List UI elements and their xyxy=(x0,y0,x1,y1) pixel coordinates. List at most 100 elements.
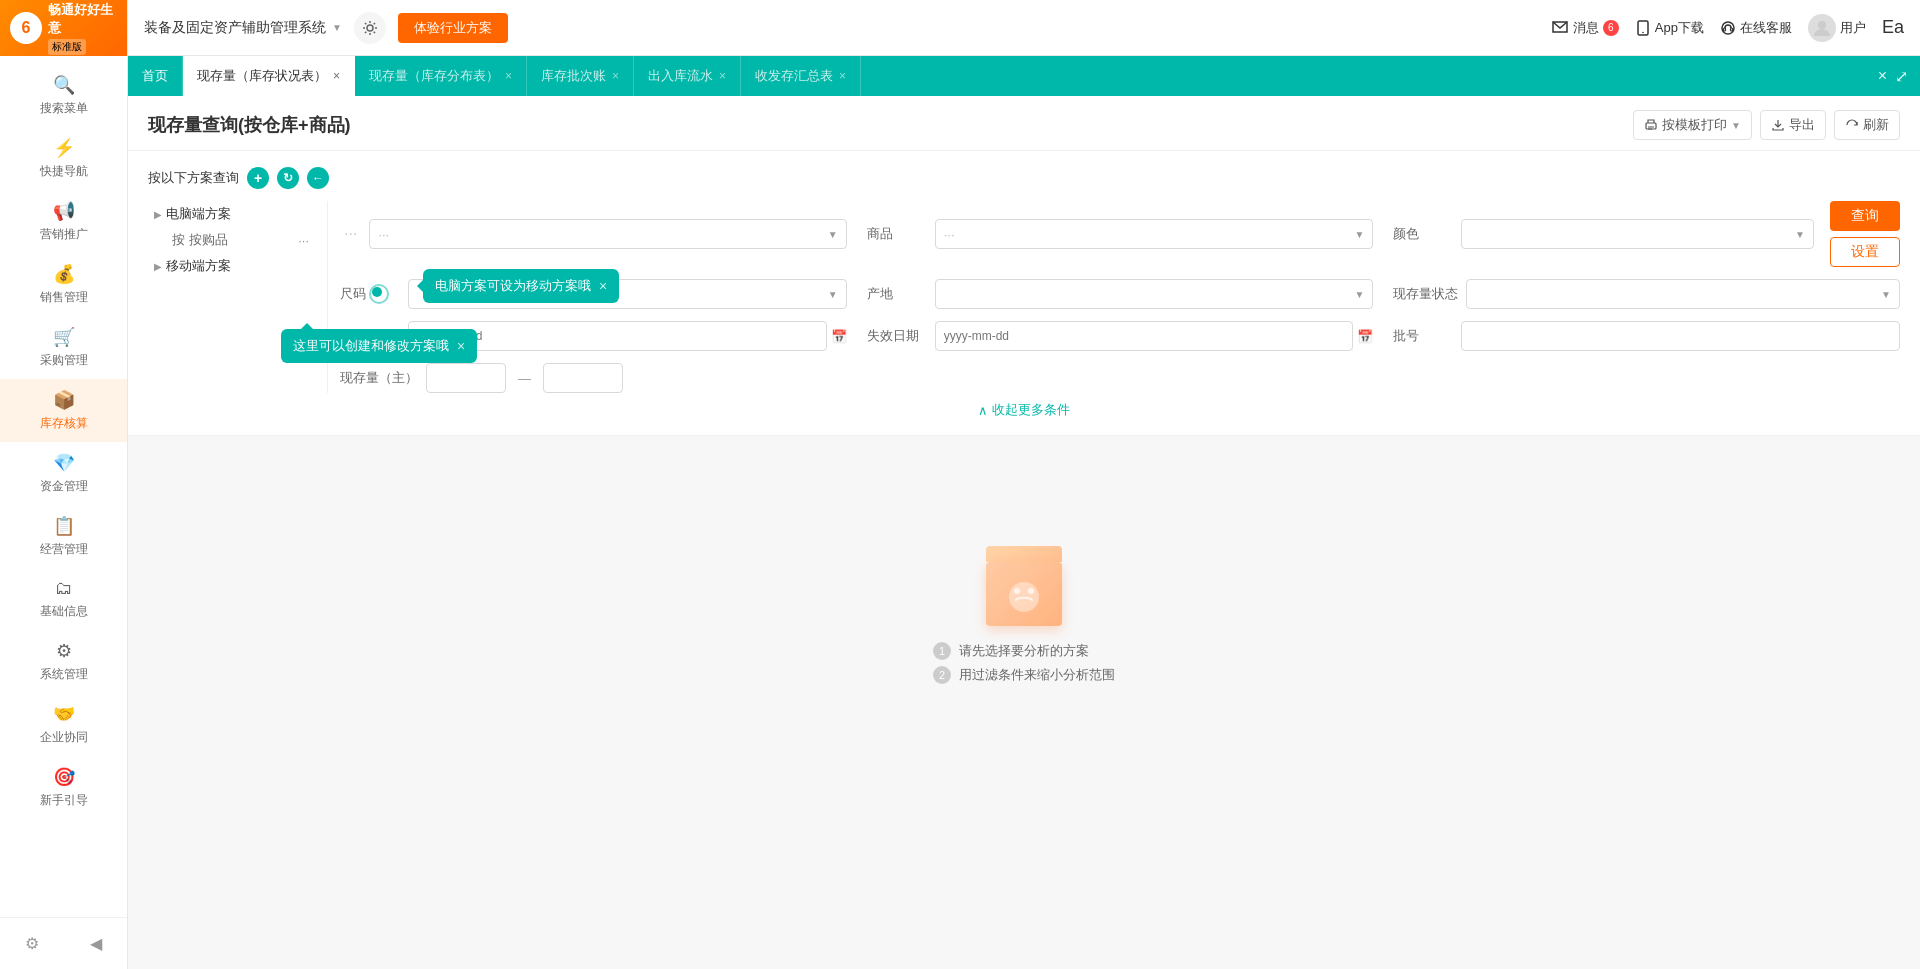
sidebar-label-inventory: 库存核算 xyxy=(40,415,88,432)
settings-btn[interactable] xyxy=(354,12,386,44)
tab-inventory-status[interactable]: 现存量（库存状况表） × xyxy=(183,56,355,96)
tab-inout-flow[interactable]: 出入库流水 × xyxy=(634,56,741,96)
step-1-text: 请先选择要分析的方案 xyxy=(959,642,1089,660)
empty-step-2: 2 用过滤条件来缩小分析范围 xyxy=(933,666,1115,684)
tab-close-inventory-dist[interactable]: × xyxy=(505,69,512,83)
settings-bottom-btn[interactable]: ⚙ xyxy=(17,930,47,957)
print-btn[interactable]: 按模板打印 ▼ xyxy=(1633,110,1752,140)
goods-field: 商品 ··· ▼ xyxy=(867,201,1374,267)
goods-arrow: ▼ xyxy=(1354,229,1364,240)
scheme-tree-desktop[interactable]: ▶ 电脑端方案 xyxy=(148,201,315,227)
system-icon: ⚙ xyxy=(56,640,72,662)
svg-rect-7 xyxy=(1646,123,1656,129)
app-download-action[interactable]: App下载 xyxy=(1635,19,1704,37)
stock-main-max-input[interactable] xyxy=(543,363,623,393)
query-btn[interactable]: 查询 xyxy=(1830,201,1900,231)
color-field: 颜色 ▼ 查询 设置 xyxy=(1393,201,1900,267)
produce-date-calendar-icon[interactable]: 📅 xyxy=(831,329,847,344)
stock-main-label: 现存量（主） xyxy=(340,369,418,387)
reset-btn[interactable]: 设置 xyxy=(1830,237,1900,267)
inventory-icon: 📦 xyxy=(53,389,75,411)
step-1-num: 1 xyxy=(933,642,951,660)
refresh-btn[interactable]: 刷新 xyxy=(1834,110,1900,140)
empty-box xyxy=(986,562,1062,626)
system-dropdown-arrow: ▼ xyxy=(332,22,342,33)
tab-fullscreen-btn[interactable]: ⤢ xyxy=(1895,67,1908,86)
sidebar-label-guide: 新手引导 xyxy=(40,792,88,809)
message-action[interactable]: 消息 6 xyxy=(1551,19,1619,37)
origin-select[interactable]: ▼ xyxy=(935,279,1374,309)
sidebar-item-sales[interactable]: 💰 销售管理 xyxy=(0,253,127,316)
sidebar-label-cooperation: 企业协同 xyxy=(40,729,88,746)
sidebar-item-search-menu[interactable]: 🔍 搜索菜单 xyxy=(0,64,127,127)
svg-point-9 xyxy=(1028,588,1034,594)
warehouse-select[interactable]: ··· ▼ xyxy=(369,219,846,249)
guide-icon: 🎯 xyxy=(53,766,75,788)
sidebar-item-operation[interactable]: 📋 经营管理 xyxy=(0,505,127,568)
expire-date-label: 失效日期 xyxy=(867,327,927,345)
batch-no-input[interactable] xyxy=(1461,321,1900,351)
svg-point-0 xyxy=(367,25,373,31)
filter-area: 按以下方案查询 + ↻ ← ▶ 电脑端方案 按 按购品 ··· xyxy=(128,151,1920,436)
quick-nav-icon: ⚡ xyxy=(53,137,75,159)
system-name: 装备及固定资产辅助管理系统 ▼ xyxy=(144,19,342,37)
tab-inventory-dist[interactable]: 现存量（库存分布表） × xyxy=(355,56,527,96)
sidebar-item-quick-nav[interactable]: ⚡ 快捷导航 xyxy=(0,127,127,190)
tab-close-inventory-status[interactable]: × xyxy=(333,69,340,83)
scheme-tree-mobile[interactable]: ▶ 移动端方案 xyxy=(148,253,315,279)
expire-date-input[interactable] xyxy=(935,321,1354,351)
sidebar-label-basics: 基础信息 xyxy=(40,603,88,620)
expire-date-calendar-icon[interactable]: 📅 xyxy=(1357,329,1373,344)
color-arrow: ▼ xyxy=(1795,229,1805,240)
tab-receive-summary[interactable]: 收发存汇总表 × xyxy=(741,56,861,96)
app-name: 畅通好好生意 xyxy=(48,1,117,37)
batch-no-field: 批号 xyxy=(1393,321,1900,351)
stock-main-min-input[interactable] xyxy=(426,363,506,393)
color-select[interactable]: ▼ xyxy=(1461,219,1814,249)
user-action[interactable]: 用户 xyxy=(1808,14,1866,42)
sidebar-item-marketing[interactable]: 📢 营销推广 xyxy=(0,190,127,253)
tooltip-create-close[interactable]: × xyxy=(457,338,465,354)
warehouse-dots: ··· xyxy=(344,225,357,243)
tab-home[interactable]: 首页 xyxy=(128,56,183,96)
collapse-sidebar-btn[interactable]: ◀ xyxy=(82,930,110,957)
sidebar-item-purchase[interactable]: 🛒 采购管理 xyxy=(0,316,127,379)
sidebar-nav: 🔍 搜索菜单 ⚡ 快捷导航 📢 营销推广 💰 销售管理 🛒 采购管理 📦 库存核… xyxy=(0,56,127,917)
refresh-scheme-btn[interactable]: ↻ xyxy=(277,167,299,189)
stock-status-select[interactable]: ▼ xyxy=(1466,279,1900,309)
sidebar-item-inventory[interactable]: 📦 库存核算 xyxy=(0,379,127,442)
filter-header-label: 按以下方案查询 xyxy=(148,169,239,187)
sidebar-item-guide[interactable]: 🎯 新手引导 xyxy=(0,756,127,819)
tab-batch-ledger[interactable]: 库存批次账 × xyxy=(527,56,634,96)
sidebar-item-cooperation[interactable]: 🤝 企业协同 xyxy=(0,693,127,756)
stock-status-field: 现存量状态 ▼ xyxy=(1393,279,1900,309)
prev-scheme-btn[interactable]: ← xyxy=(307,167,329,189)
export-btn[interactable]: 导出 xyxy=(1760,110,1826,140)
tab-close-receive-summary[interactable]: × xyxy=(839,69,846,83)
tooltip-scheme-close[interactable]: × xyxy=(599,278,607,294)
service-icon xyxy=(1720,20,1736,36)
scheme-tree-desktop-sub[interactable]: 按 按购品 ··· xyxy=(148,227,315,253)
step-2-num: 2 xyxy=(933,666,951,684)
operation-icon: 📋 xyxy=(53,515,75,537)
tooltip-scheme-text: 电脑方案可设为移动方案哦 xyxy=(435,277,591,295)
industry-btn[interactable]: 体验行业方案 xyxy=(398,13,508,43)
sidebar-label-operation: 经营管理 xyxy=(40,541,88,558)
desktop-scheme-arrow: ▶ xyxy=(154,209,162,220)
sidebar-item-assets[interactable]: 💎 资金管理 xyxy=(0,442,127,505)
origin-arrow: ▼ xyxy=(1354,289,1364,300)
add-scheme-btn[interactable]: + xyxy=(247,167,269,189)
goods-select[interactable]: ··· ▼ xyxy=(935,219,1374,249)
tab-close-all-btn[interactable]: × xyxy=(1878,67,1887,85)
empty-box-flap xyxy=(986,546,1062,562)
tab-close-inout-flow[interactable]: × xyxy=(719,69,726,83)
sidebar-item-system[interactable]: ⚙ 系统管理 xyxy=(0,630,127,693)
empty-steps: 1 请先选择要分析的方案 2 用过滤条件来缩小分析范围 xyxy=(933,642,1115,684)
tab-close-batch-ledger[interactable]: × xyxy=(612,69,619,83)
basics-icon: 🗂 xyxy=(55,578,73,599)
sidebar-item-basics[interactable]: 🗂 基础信息 xyxy=(0,568,127,630)
collapse-btn[interactable]: ∧ 收起更多条件 xyxy=(978,401,1070,419)
online-service-action[interactable]: 在线客服 xyxy=(1720,19,1792,37)
page-container: 现存量查询(按仓库+商品) 按模板打印 ▼ 导出 xyxy=(128,96,1920,969)
purchase-icon: 🛒 xyxy=(53,326,75,348)
